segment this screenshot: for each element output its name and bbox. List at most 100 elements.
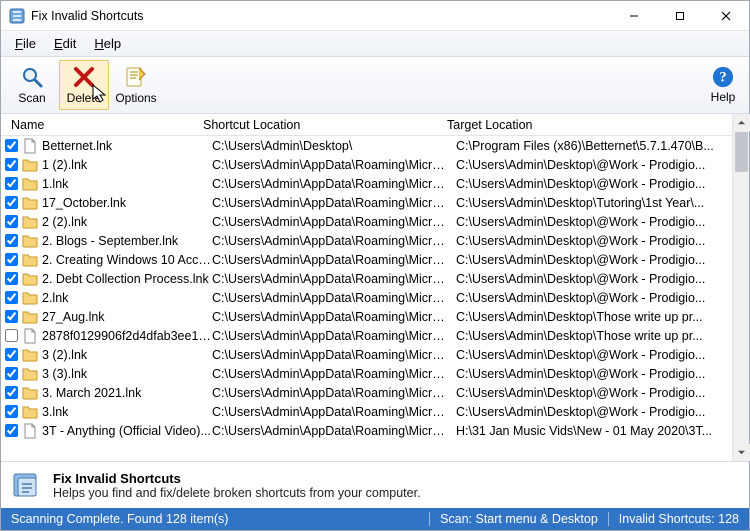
folder-icon [22, 195, 38, 211]
titlebar: Fix Invalid Shortcuts [1, 1, 749, 31]
row-location: C:\Users\Admin\AppData\Roaming\Micros... [212, 424, 456, 438]
folder-icon [22, 252, 38, 268]
shortcut-list: Name Shortcut Location Target Location B… [1, 114, 749, 461]
row-checkbox[interactable] [5, 405, 18, 418]
row-checkbox[interactable] [5, 424, 18, 437]
row-target: C:\Users\Admin\Desktop\@Work - Prodigio.… [456, 291, 732, 305]
row-location: C:\Users\Admin\AppData\Roaming\Micros... [212, 234, 456, 248]
row-location: C:\Users\Admin\AppData\Roaming\Micros... [212, 177, 456, 191]
status-scan-scope: Scan: Start menu & Desktop [430, 508, 608, 530]
folder-icon [22, 157, 38, 173]
folder-icon [22, 366, 38, 382]
col-target[interactable]: Target Location [441, 118, 732, 132]
table-row[interactable]: 17_October.lnkC:\Users\Admin\AppData\Roa… [1, 193, 732, 212]
help-button[interactable]: ? Help [703, 60, 743, 110]
row-checkbox[interactable] [5, 215, 18, 228]
row-name: 2. Creating Windows 10 Acco... [42, 253, 212, 267]
table-row[interactable]: 3 (3).lnkC:\Users\Admin\AppData\Roaming\… [1, 364, 732, 383]
row-target: C:\Users\Admin\Desktop\@Work - Prodigio.… [456, 234, 732, 248]
options-button[interactable]: Options [111, 60, 161, 110]
maximize-button[interactable] [657, 1, 703, 31]
row-target: C:\Users\Admin\Desktop\@Work - Prodigio.… [456, 177, 732, 191]
info-title: Fix Invalid Shortcuts [53, 471, 421, 486]
row-name: 27_Aug.lnk [42, 310, 212, 324]
folder-icon [22, 385, 38, 401]
table-row[interactable]: 3 (2).lnkC:\Users\Admin\AppData\Roaming\… [1, 345, 732, 364]
row-checkbox[interactable] [5, 386, 18, 399]
table-row[interactable]: 2.lnkC:\Users\Admin\AppData\Roaming\Micr… [1, 288, 732, 307]
table-row[interactable]: 27_Aug.lnkC:\Users\Admin\AppData\Roaming… [1, 307, 732, 326]
menu-help[interactable]: Help [86, 34, 129, 53]
toolbar: Scan Delete Options [1, 57, 749, 114]
scrollbar-thumb[interactable] [735, 132, 748, 172]
folder-icon [22, 214, 38, 230]
menu-file[interactable]: File [7, 34, 44, 53]
table-row[interactable]: 2. Creating Windows 10 Acco...C:\Users\A… [1, 250, 732, 269]
table-row[interactable]: 2. Debt Collection Process.lnkC:\Users\A… [1, 269, 732, 288]
rows-container: Betternet.lnkC:\Users\Admin\Desktop\C:\P… [1, 136, 732, 461]
file-icon [22, 423, 38, 439]
menu-edit[interactable]: Edit [46, 34, 84, 53]
folder-icon [22, 271, 38, 287]
table-row[interactable]: 1 (2).lnkC:\Users\Admin\AppData\Roaming\… [1, 155, 732, 174]
minimize-button[interactable] [611, 1, 657, 31]
delete-button[interactable]: Delete [59, 60, 109, 110]
row-target: C:\Users\Admin\Desktop\@Work - Prodigio.… [456, 253, 732, 267]
row-name: Betternet.lnk [42, 139, 212, 153]
row-name: 2. Debt Collection Process.lnk [42, 272, 212, 286]
table-row[interactable]: 2878f0129906f2d4dfab3ee19...C:\Users\Adm… [1, 326, 732, 345]
scroll-up-arrow[interactable] [733, 114, 750, 131]
col-name[interactable]: Name [5, 118, 197, 132]
info-panel: Fix Invalid Shortcuts Helps you find and… [1, 461, 749, 508]
row-target: C:\Users\Admin\Desktop\@Work - Prodigio.… [456, 386, 732, 400]
table-row[interactable]: 3. March 2021.lnkC:\Users\Admin\AppData\… [1, 383, 732, 402]
row-location: C:\Users\Admin\AppData\Roaming\Micros... [212, 196, 456, 210]
close-button[interactable] [703, 1, 749, 31]
row-checkbox[interactable] [5, 348, 18, 361]
table-row[interactable]: 1.lnkC:\Users\Admin\AppData\Roaming\Micr… [1, 174, 732, 193]
row-checkbox[interactable] [5, 253, 18, 266]
delete-x-icon [72, 65, 96, 89]
row-location: C:\Users\Admin\AppData\Roaming\Micros... [212, 253, 456, 267]
file-icon [22, 328, 38, 344]
row-checkbox[interactable] [5, 272, 18, 285]
row-checkbox[interactable] [5, 196, 18, 209]
status-scan-result: Scanning Complete. Found 128 item(s) [1, 508, 238, 530]
delete-label: Delete [67, 91, 102, 105]
row-name: 3 (2).lnk [42, 348, 212, 362]
row-checkbox[interactable] [5, 329, 18, 342]
scan-button[interactable]: Scan [7, 60, 57, 110]
row-target: C:\Users\Admin\Desktop\@Work - Prodigio.… [456, 348, 732, 362]
row-location: C:\Users\Admin\AppData\Roaming\Micros... [212, 348, 456, 362]
row-name: 3.lnk [42, 405, 212, 419]
table-row[interactable]: 2 (2).lnkC:\Users\Admin\AppData\Roaming\… [1, 212, 732, 231]
row-checkbox[interactable] [5, 139, 18, 152]
row-checkbox[interactable] [5, 177, 18, 190]
options-icon [124, 65, 148, 89]
folder-icon [22, 290, 38, 306]
scan-label: Scan [18, 91, 45, 105]
row-checkbox[interactable] [5, 291, 18, 304]
row-name: 1 (2).lnk [42, 158, 212, 172]
row-checkbox[interactable] [5, 367, 18, 380]
folder-icon [22, 404, 38, 420]
row-name: 2.lnk [42, 291, 212, 305]
vertical-scrollbar[interactable] [732, 114, 749, 461]
col-location[interactable]: Shortcut Location [197, 118, 441, 132]
table-row[interactable]: Betternet.lnkC:\Users\Admin\Desktop\C:\P… [1, 136, 732, 155]
menubar: File Edit Help [1, 31, 749, 57]
row-checkbox[interactable] [5, 234, 18, 247]
scroll-down-arrow[interactable] [733, 444, 750, 461]
magnifier-icon [20, 65, 44, 89]
table-row[interactable]: 2. Blogs - September.lnkC:\Users\Admin\A… [1, 231, 732, 250]
row-checkbox[interactable] [5, 158, 18, 171]
window-title: Fix Invalid Shortcuts [31, 9, 144, 23]
info-subtitle: Helps you find and fix/delete broken sho… [53, 486, 421, 500]
row-target: C:\Users\Admin\Desktop\Those write up pr… [456, 329, 732, 343]
help-icon: ? [712, 66, 734, 88]
table-row[interactable]: 3.lnkC:\Users\Admin\AppData\Roaming\Micr… [1, 402, 732, 421]
column-headers: Name Shortcut Location Target Location [1, 114, 732, 136]
row-name: 2 (2).lnk [42, 215, 212, 229]
table-row[interactable]: 3T - Anything (Official Video)...C:\User… [1, 421, 732, 440]
row-checkbox[interactable] [5, 310, 18, 323]
